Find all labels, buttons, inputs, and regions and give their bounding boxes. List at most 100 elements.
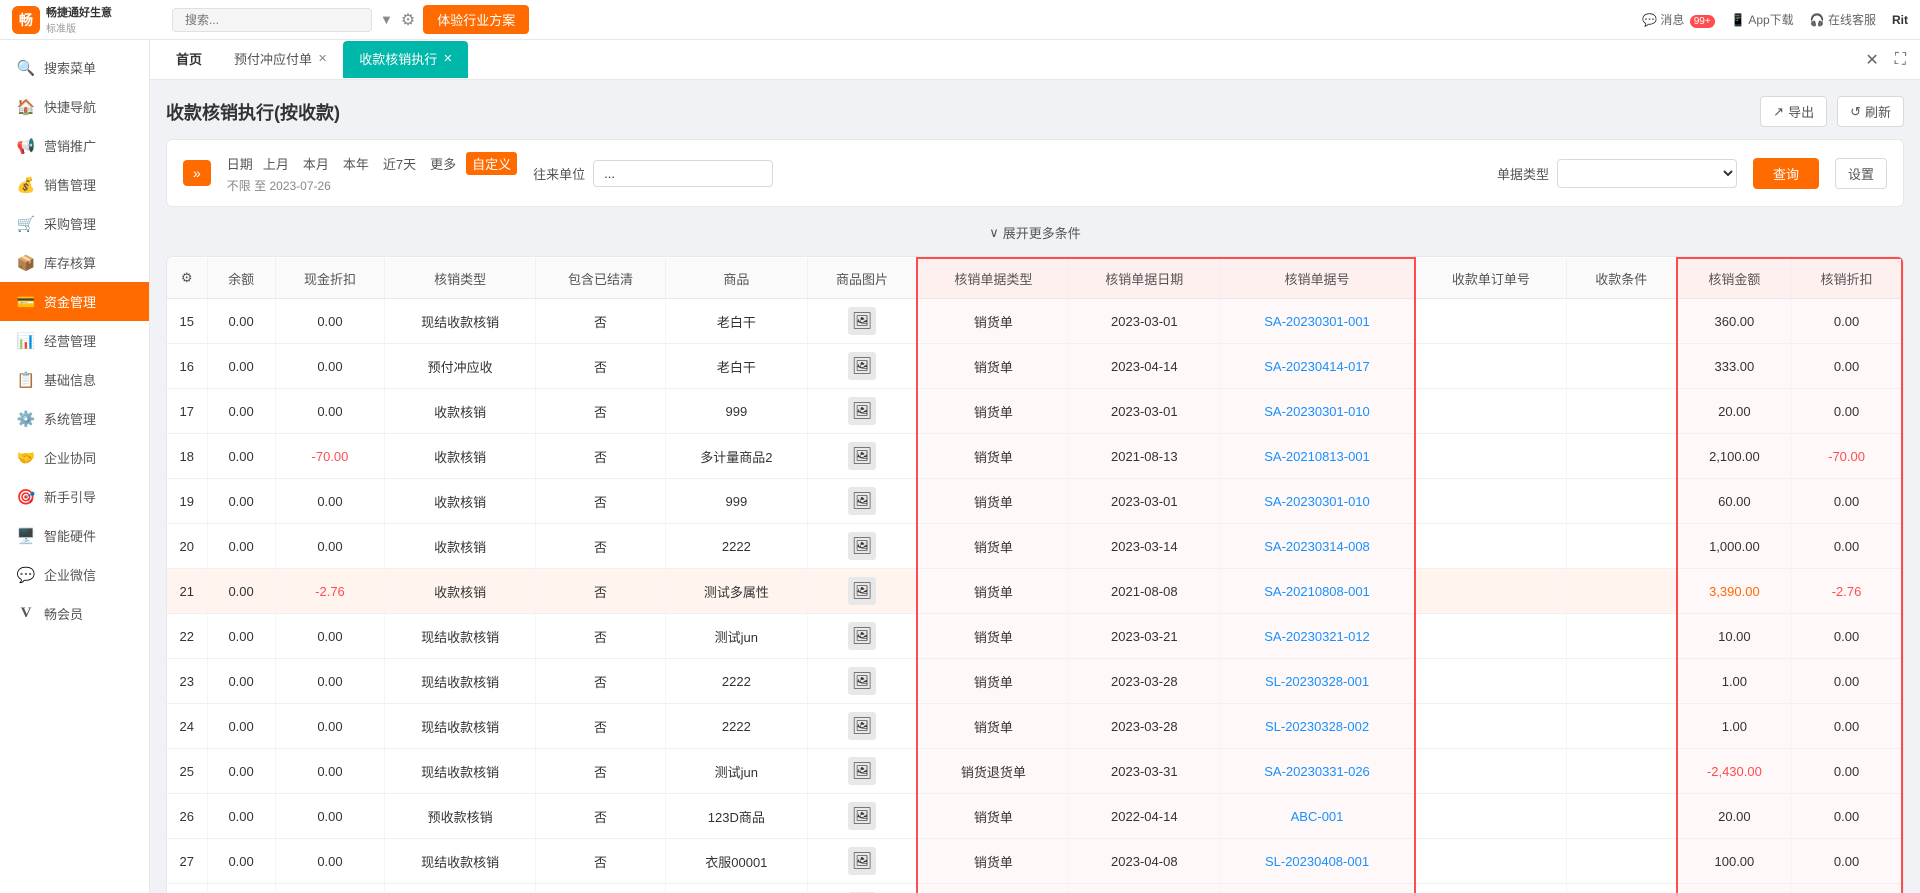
- write-off-no-link[interactable]: SA-20230314-008: [1264, 539, 1370, 554]
- td-write-off-voucher-type: 销货单: [917, 389, 1069, 434]
- td-write-off-discount: 0.00: [1792, 704, 1902, 749]
- td-row-num: 26: [167, 794, 207, 839]
- voucher-type-select[interactable]: [1557, 159, 1737, 188]
- td-write-off-type: 预付冲应收: [385, 344, 536, 389]
- td-product: 2222: [666, 524, 808, 569]
- write-off-no-link[interactable]: SA-20230321-012: [1264, 629, 1370, 644]
- tab-prepay[interactable]: 预付冲应付单 ✕: [218, 41, 343, 78]
- date-btn-last-month[interactable]: 上月: [259, 152, 293, 175]
- date-btn-7days[interactable]: 近7天: [379, 152, 420, 175]
- tab-expand-btn[interactable]: ⛶: [1891, 46, 1910, 74]
- table-row: 16 0.00 0.00 预付冲应收 否 老白干 🖼 销货单 2023-04-1…: [167, 344, 1902, 389]
- mobile-icon: 📱: [1731, 13, 1746, 27]
- write-off-no-link[interactable]: SA-20210813-001: [1264, 449, 1370, 464]
- logo-text: 畅捷通好生意: [46, 4, 112, 20]
- solution-btn[interactable]: 体验行业方案: [423, 5, 529, 34]
- table-row: 18 0.00 -70.00 收款核销 否 多计量商品2 🖼 销货单 2021-…: [167, 434, 1902, 479]
- expand-more-btn[interactable]: ∨ 展开更多条件: [981, 219, 1089, 246]
- write-off-no-link[interactable]: SL-20230408-001: [1265, 854, 1369, 869]
- filter-expand-btn[interactable]: »: [183, 160, 211, 186]
- from-company-input[interactable]: [593, 160, 773, 187]
- table-row: 25 0.00 0.00 现结收款核销 否 测试jun 🖼 销货退货单 2023…: [167, 749, 1902, 794]
- write-off-no-link[interactable]: ABC-001: [1291, 809, 1344, 824]
- td-receipt-order-no: [1415, 524, 1567, 569]
- top-bar-center: ▼ ⚙ 体验行业方案: [172, 5, 1632, 34]
- td-product-image: 🖼: [807, 794, 917, 839]
- write-off-no-link[interactable]: SA-20230331-026: [1264, 764, 1370, 779]
- sidebar-item-search[interactable]: 🔍 搜索菜单: [0, 48, 149, 87]
- query-btn[interactable]: 查询: [1753, 158, 1819, 189]
- guide-icon: 🎯: [16, 488, 36, 506]
- gear-icon[interactable]: ⚙: [401, 10, 415, 30]
- tab-collection-write-off[interactable]: 收款核销执行 ✕: [343, 41, 468, 78]
- td-write-off-discount: 0.00: [1792, 614, 1902, 659]
- dropdown-icon[interactable]: ▼: [380, 12, 393, 27]
- th-write-off-no: 核销单据号: [1220, 258, 1415, 299]
- td-cash-discount: 0.00: [275, 884, 384, 893]
- td-cash-discount: 0.00: [275, 299, 384, 344]
- sidebar-item-guide[interactable]: 🎯 新手引导: [0, 477, 149, 516]
- td-cash-discount: 0.00: [275, 389, 384, 434]
- write-off-no-link[interactable]: SA-20230301-010: [1264, 494, 1370, 509]
- sidebar-item-member[interactable]: V 畅会员: [0, 594, 149, 633]
- td-balance: 0.00: [207, 749, 275, 794]
- date-btn-custom[interactable]: 自定义: [466, 152, 517, 175]
- sidebar-item-basic-info[interactable]: 📋 基础信息: [0, 360, 149, 399]
- sidebar-item-inventory[interactable]: 📦 库存核算: [0, 243, 149, 282]
- search-input[interactable]: [172, 8, 372, 32]
- td-write-off-no: SA-20230331-026: [1220, 749, 1415, 794]
- user-btn[interactable]: Rit: [1892, 13, 1908, 27]
- tab-prepay-close-icon[interactable]: ✕: [318, 52, 327, 65]
- sidebar-item-operations[interactable]: 📊 经营管理: [0, 321, 149, 360]
- td-write-off-type: 预收款核销: [385, 794, 536, 839]
- td-product-image: 🖼: [807, 299, 917, 344]
- message-btn[interactable]: 💬 消息 99+: [1642, 11, 1715, 28]
- write-off-no-link[interactable]: SL-20230328-001: [1265, 674, 1369, 689]
- td-write-off-amount: 20.00: [1677, 794, 1792, 839]
- tab-close-btn[interactable]: ✕: [1861, 46, 1882, 74]
- sidebar-item-marketing[interactable]: 📢 营销推广: [0, 126, 149, 165]
- tab-collection-write-off-label: 收款核销执行: [359, 49, 437, 68]
- td-write-off-date: 2023-03-01: [1069, 299, 1220, 344]
- setting-btn[interactable]: 设置: [1835, 158, 1887, 189]
- date-btn-this-year[interactable]: 本年: [339, 152, 373, 175]
- td-product: 999: [666, 479, 808, 524]
- table-settings-col[interactable]: ⚙: [167, 258, 207, 299]
- write-off-no-link[interactable]: SA-20230301-001: [1264, 314, 1370, 329]
- write-off-no-link[interactable]: SA-20230301-010: [1264, 404, 1370, 419]
- date-btn-more[interactable]: 更多: [426, 152, 460, 175]
- refresh-btn[interactable]: ↺ 刷新: [1837, 96, 1904, 127]
- tab-collection-write-off-close-icon[interactable]: ✕: [443, 52, 452, 65]
- sidebar-item-quick-nav[interactable]: 🏠 快捷导航: [0, 87, 149, 126]
- td-write-off-type: 收款核销: [385, 479, 536, 524]
- sidebar-item-wechat[interactable]: 💬 企业微信: [0, 555, 149, 594]
- write-off-no-link[interactable]: SA-20230414-017: [1264, 359, 1370, 374]
- sidebar-item-finance[interactable]: 💳 资金管理: [0, 282, 149, 321]
- date-btn-this-month[interactable]: 本月: [299, 152, 333, 175]
- td-row-num: 21: [167, 569, 207, 614]
- write-off-no-link[interactable]: SA-20210808-001: [1264, 584, 1370, 599]
- app-download-btn[interactable]: 📱 App下载: [1731, 11, 1794, 28]
- table-body: 15 0.00 0.00 现结收款核销 否 老白干 🖼 销货单 2023-03-…: [167, 299, 1902, 893]
- td-balance: 0.00: [207, 659, 275, 704]
- td-write-off-discount: -70.00: [1792, 434, 1902, 479]
- sidebar-item-purchase[interactable]: 🛒 采购管理: [0, 204, 149, 243]
- td-product-image: 🖼: [807, 704, 917, 749]
- online-service-btn[interactable]: 🎧 在线客服: [1810, 11, 1876, 28]
- expand-more-row: ∨ 展开更多条件: [166, 219, 1904, 246]
- tab-home[interactable]: 首页: [160, 41, 218, 78]
- td-cash-discount: 0.00: [275, 659, 384, 704]
- td-product-image: 🖼: [807, 344, 917, 389]
- td-balance: 0.00: [207, 839, 275, 884]
- sidebar-item-enterprise[interactable]: 🤝 企业协同: [0, 438, 149, 477]
- export-btn[interactable]: ↗ 导出: [1760, 96, 1827, 127]
- sidebar-item-sys-admin[interactable]: ⚙️ 系统管理: [0, 399, 149, 438]
- th-product: 商品: [666, 258, 808, 299]
- sidebar-item-hardware[interactable]: 🖥️ 智能硬件: [0, 516, 149, 555]
- write-off-no-link[interactable]: SL-20230328-002: [1265, 719, 1369, 734]
- sidebar-label-sales: 销售管理: [44, 175, 96, 194]
- td-write-off-amount: 1,000.00: [1677, 524, 1792, 569]
- td-write-off-amount: 360.00: [1677, 299, 1792, 344]
- sidebar-item-sales[interactable]: 💰 销售管理: [0, 165, 149, 204]
- td-write-off-date: 2021-08-08: [1069, 569, 1220, 614]
